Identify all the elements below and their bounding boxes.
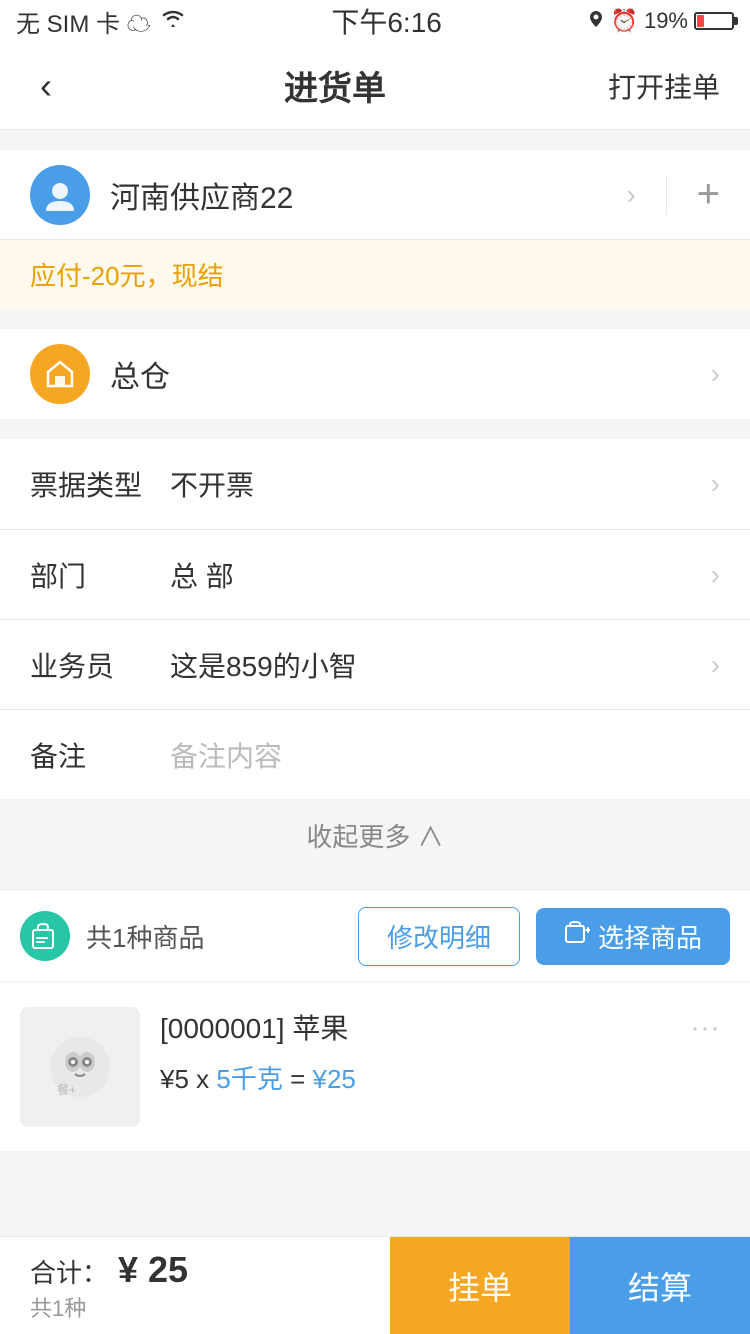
bottom-bar: 合计： ¥ 25 共1种 挂单 结算 xyxy=(0,1236,750,1334)
salesperson-chevron-icon: › xyxy=(711,649,720,681)
remark-value[interactable]: 备注内容 xyxy=(150,735,720,775)
supplier-chevron-icon: › xyxy=(626,179,635,211)
department-value: 总 部 xyxy=(150,555,711,595)
warehouse-row[interactable]: 总仓 › xyxy=(0,329,750,419)
warehouse-chevron-icon: › xyxy=(711,358,720,390)
page-title: 进货单 xyxy=(284,61,386,110)
form-row-department[interactable]: 部门 总 部 › xyxy=(0,529,750,619)
warehouse-name: 总仓 xyxy=(90,352,711,396)
location-icon xyxy=(587,8,605,34)
svg-text:餐+: 餐+ xyxy=(57,1082,76,1097)
wifi-icon xyxy=(159,7,187,35)
product-info: [0000001] 苹果 ¥5 x 5千克 = ¥25 xyxy=(140,1007,680,1096)
product-price-row: ¥5 x 5千克 = ¥25 xyxy=(160,1059,680,1096)
status-right: ⏰ 19% xyxy=(587,8,734,34)
select-product-button[interactable]: 选择商品 xyxy=(536,908,730,965)
hang-order-button[interactable]: 挂单 xyxy=(390,1237,570,1334)
open-pending-button[interactable]: 打开挂单 xyxy=(608,66,720,106)
ticket-type-value: 不开票 xyxy=(150,464,711,504)
select-product-label: 选择商品 xyxy=(598,918,702,955)
settle-button[interactable]: 结算 xyxy=(570,1237,750,1334)
department-label: 部门 xyxy=(30,555,150,595)
nav-bar: ‹ 进货单 打开挂单 xyxy=(0,42,750,130)
product-item: 餐+ [0000001] 苹果 ¥5 x 5千克 = ¥25 ··· xyxy=(0,983,750,1151)
product-equals: = xyxy=(290,1064,312,1094)
product-image: 餐+ xyxy=(20,1007,140,1127)
remark-label: 备注 xyxy=(30,735,150,775)
status-bar: 无 SIM 卡 ☁ 下午6:16 ⏰ 19% xyxy=(0,0,750,42)
back-button[interactable]: ‹ xyxy=(30,55,62,117)
alert-text: 应付-20元，现结 xyxy=(30,261,224,291)
edit-detail-button[interactable]: 修改明细 xyxy=(358,907,520,966)
salesperson-value: 这是859的小智 xyxy=(150,645,711,685)
supplier-avatar xyxy=(30,165,90,225)
total-count: 共1种 xyxy=(30,1291,360,1323)
warehouse-section: 总仓 › xyxy=(0,329,750,419)
product-quantity: 5千克 xyxy=(216,1064,282,1094)
battery-text: 19% xyxy=(644,8,688,34)
product-total: ¥25 xyxy=(313,1064,356,1094)
total-text: 合计： xyxy=(30,1253,108,1290)
spacer-2 xyxy=(0,309,750,329)
product-more-button[interactable]: ··· xyxy=(680,1007,730,1049)
spacer-1 xyxy=(0,130,750,150)
spacer-4 xyxy=(0,871,750,891)
total-amount: ¥ 25 xyxy=(118,1249,188,1291)
ticket-type-label: 票据类型 xyxy=(30,464,150,504)
salesperson-label: 业务员 xyxy=(30,645,150,685)
form-row-ticket[interactable]: 票据类型 不开票 › xyxy=(0,439,750,529)
total-section: 合计： ¥ 25 共1种 xyxy=(0,1249,390,1323)
status-time: 下午6:16 xyxy=(331,1,442,41)
product-code: [0000001] xyxy=(160,1013,285,1044)
sim-label: 无 SIM 卡 ☁ xyxy=(16,4,151,39)
form-section: 票据类型 不开票 › 部门 总 部 › 业务员 这是859的小智 › 备注 备注… xyxy=(0,439,750,799)
collapse-toggle[interactable]: 收起更多 ∧ xyxy=(0,799,750,871)
supplier-section: 河南供应商22 › + 应付-20元，现结 xyxy=(0,150,750,309)
supplier-name: 河南供应商22 xyxy=(90,173,626,217)
warehouse-icon xyxy=(30,344,90,404)
product-count-icon xyxy=(20,911,70,961)
product-title: 苹果 xyxy=(292,1013,348,1044)
collapse-label: 收起更多 ∧ xyxy=(306,817,443,854)
spacer-3 xyxy=(0,419,750,439)
status-left: 无 SIM 卡 ☁ xyxy=(16,4,187,39)
form-row-remark[interactable]: 备注 备注内容 xyxy=(0,709,750,799)
battery-icon xyxy=(694,12,734,30)
add-supplier-button[interactable]: + xyxy=(697,172,720,217)
product-name: [0000001] 苹果 xyxy=(160,1007,680,1047)
department-chevron-icon: › xyxy=(711,559,720,591)
supplier-row[interactable]: 河南供应商22 › + xyxy=(0,150,750,240)
ticket-chevron-icon: › xyxy=(711,468,720,500)
product-header: 共1种商品 修改明细 选择商品 xyxy=(0,891,750,981)
cart-icon xyxy=(564,920,590,953)
product-count-text: 共1种商品 xyxy=(70,918,358,955)
vertical-divider xyxy=(666,175,667,215)
alarm-icon: ⏰ xyxy=(611,8,638,34)
alert-banner: 应付-20元，现结 xyxy=(0,240,750,309)
total-label: 合计： ¥ 25 xyxy=(30,1249,360,1291)
product-multiplier: x xyxy=(196,1064,216,1094)
product-unit-price: ¥5 xyxy=(160,1064,189,1094)
form-row-salesperson[interactable]: 业务员 这是859的小智 › xyxy=(0,619,750,709)
